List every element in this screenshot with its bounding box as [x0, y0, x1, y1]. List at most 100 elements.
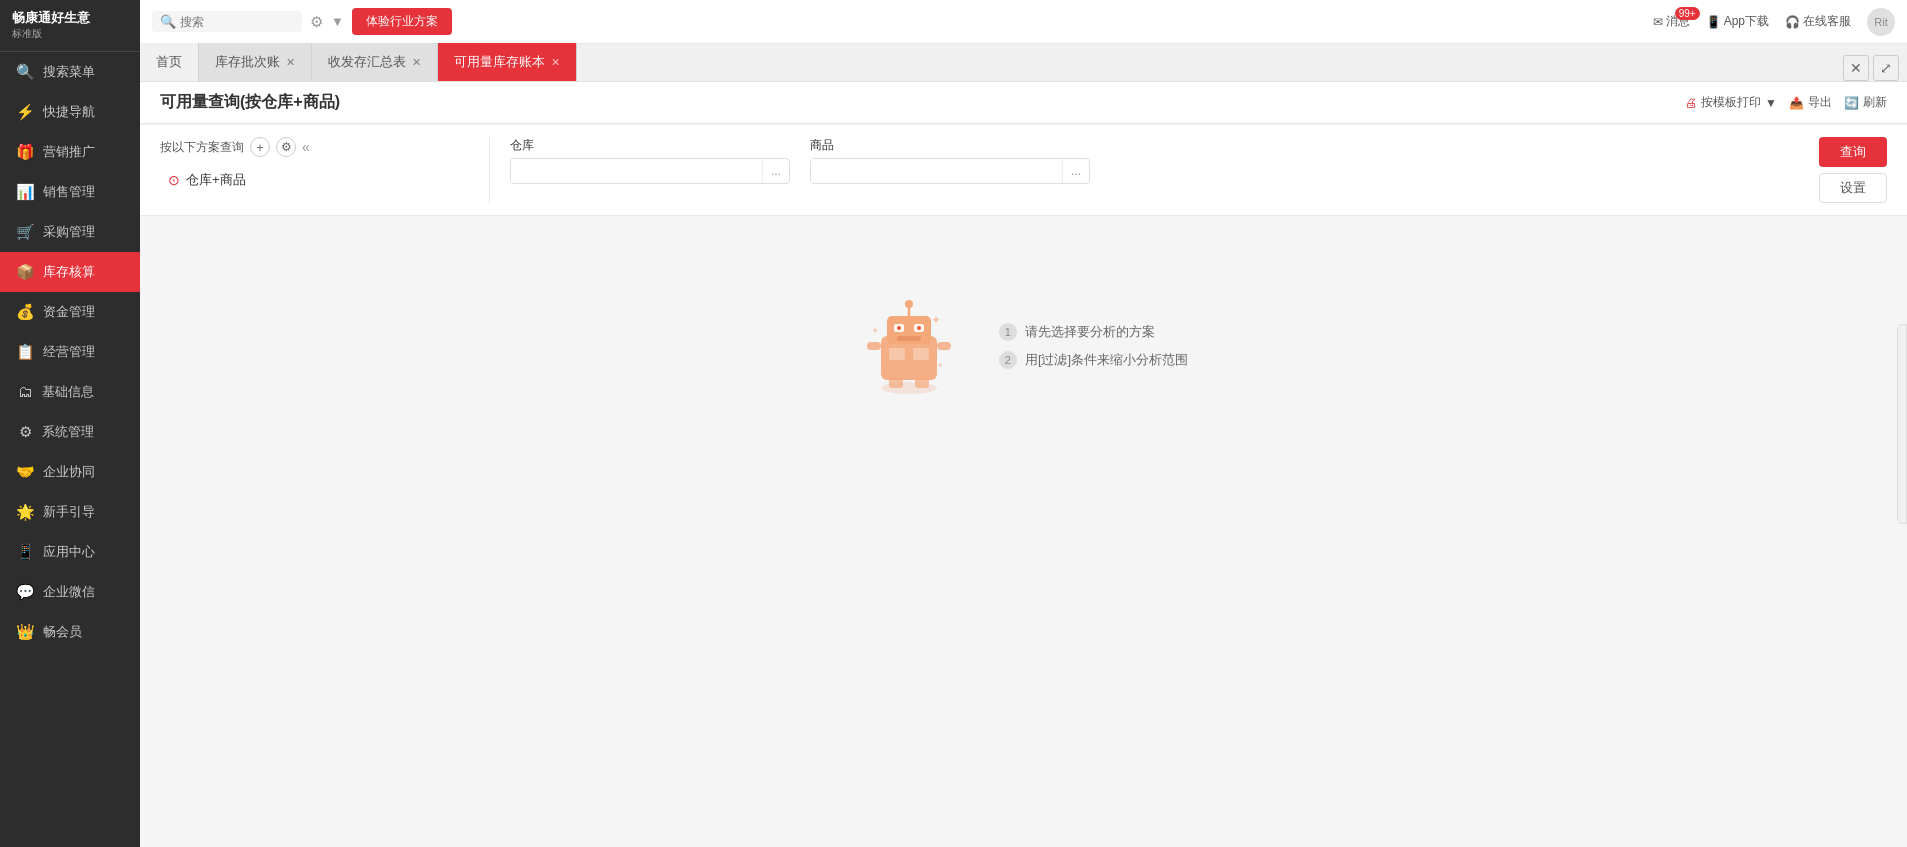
- scheme-item-warehouse-product[interactable]: ⊙ 仓库+商品: [160, 165, 477, 195]
- sidebar-item-wecom[interactable]: 💬企业微信: [0, 572, 140, 612]
- sidebar-item-apps[interactable]: 📱应用中心: [0, 532, 140, 572]
- query-button[interactable]: 查询: [1819, 137, 1887, 167]
- warehouse-filter-field: 仓库 ...: [510, 137, 790, 184]
- tab-batch[interactable]: 库存批次账 ✕: [199, 43, 312, 81]
- sidebar-item-inventory[interactable]: 📦库存核算: [0, 252, 140, 292]
- tip-num-2: 2: [999, 351, 1017, 369]
- svg-rect-12: [889, 378, 903, 388]
- export-icon: 📤: [1789, 96, 1804, 110]
- content-area: 可用量查询(按仓库+商品) 🖨 按模板打印 ▼ 📤 导出 🔄 刷新: [140, 82, 1907, 847]
- sidebar-item-basic[interactable]: 🗂基础信息: [0, 372, 140, 412]
- right-scrollbar[interactable]: [1897, 324, 1907, 524]
- scheme-icon: ⊙: [168, 172, 180, 188]
- tab-label-batch: 库存批次账: [215, 53, 280, 71]
- export-button[interactable]: 📤 导出: [1789, 94, 1832, 111]
- sidebar-icon-basic: 🗂: [16, 383, 34, 400]
- empty-state: ✦ ✦ ✦ 1 请先选择要分析的方案 2 用[过滤]条件来缩小分析范围: [140, 216, 1907, 476]
- topbar: 🔍 ⚙ ▼ 体验行业方案 ✉ 消息 99+ 📱 App下载 🎧 在线客服 Rit: [140, 0, 1907, 44]
- sidebar-item-shortcut[interactable]: ⚡快捷导航: [0, 92, 140, 132]
- sidebar-label-system: 系统管理: [42, 423, 94, 441]
- search-input[interactable]: [180, 15, 280, 29]
- filter-fields-panel: 仓库 ... 商品 ... 查询 设置: [490, 137, 1887, 203]
- filter-area: 按以下方案查询 + ⚙ « ⊙ 仓库+商品 仓库 ...: [140, 125, 1907, 216]
- scheme-settings-button[interactable]: ⚙: [276, 137, 296, 157]
- tab-close-batch[interactable]: ✕: [286, 56, 295, 69]
- sidebar-icon-apps: 📱: [16, 543, 35, 561]
- product-more-button[interactable]: ...: [1062, 159, 1089, 183]
- sidebar-scroll: 🔍搜索菜单⚡快捷导航🎁营销推广📊销售管理 🛒 采购管理 📦库存核算💰资金管理 📋 经营管理…: [0, 52, 140, 847]
- export-label: 导出: [1808, 94, 1832, 111]
- online-service-button[interactable]: 🎧 在线客服: [1785, 13, 1851, 30]
- refresh-button[interactable]: 🔄 刷新: [1844, 94, 1887, 111]
- message-button[interactable]: ✉ 消息 99+: [1653, 13, 1690, 30]
- svg-point-8: [905, 300, 913, 308]
- settings-button[interactable]: 设置: [1819, 173, 1887, 203]
- topbar-search-box[interactable]: 🔍: [152, 11, 302, 32]
- close-tab-button[interactable]: ✕: [1843, 55, 1869, 81]
- print-icon: 🖨: [1685, 96, 1697, 110]
- tab-available[interactable]: 可用量库存账本 ✕: [438, 43, 577, 81]
- sidebar-item-sales[interactable]: 📊销售管理: [0, 172, 140, 212]
- sidebar-item-newguide[interactable]: 🌟新手引导: [0, 492, 140, 532]
- tip-item-2: 2 用[过滤]条件来缩小分析范围: [999, 351, 1188, 369]
- logo-title: 畅康通好生意: [12, 10, 128, 27]
- maximize-tab-button[interactable]: ⤢: [1873, 55, 1899, 81]
- svg-rect-10: [867, 342, 881, 350]
- sidebar-item-search[interactable]: 🔍搜索菜单: [0, 52, 140, 92]
- sidebar-icon-newguide: 🌟: [16, 503, 35, 521]
- svg-rect-15: [913, 348, 929, 360]
- service-icon: 🎧: [1785, 15, 1800, 29]
- tabs-right-controls: ✕ ⤢: [1843, 55, 1907, 81]
- filter-scheme-panel: 按以下方案查询 + ⚙ « ⊙ 仓库+商品: [160, 137, 490, 203]
- page-actions: 🖨 按模板打印 ▼ 📤 导出 🔄 刷新: [1685, 94, 1887, 111]
- sidebar-item-operation[interactable]: 📋 经营管理: [0, 332, 140, 372]
- svg-rect-11: [937, 342, 951, 350]
- sidebar-item-finance[interactable]: 💰资金管理: [0, 292, 140, 332]
- page-header: 可用量查询(按仓库+商品) 🖨 按模板打印 ▼ 📤 导出 🔄 刷新: [140, 82, 1907, 124]
- tip-num-1: 1: [999, 323, 1017, 341]
- trial-button[interactable]: 体验行业方案: [352, 8, 452, 35]
- product-filter-field: 商品 ...: [810, 137, 1090, 184]
- search-icon: 🔍: [160, 14, 176, 29]
- sidebar-icon-operation: 📋: [16, 343, 35, 361]
- sidebar-item-system[interactable]: ⚙系统管理: [0, 412, 140, 452]
- warehouse-input[interactable]: [511, 159, 762, 183]
- sidebar-label-operation: 经营管理: [43, 343, 95, 361]
- message-icon: ✉: [1653, 15, 1663, 29]
- dropdown-icon: ▼: [331, 14, 344, 29]
- warehouse-more-button[interactable]: ...: [762, 159, 789, 183]
- sidebar-item-purchase[interactable]: 🛒 采购管理: [0, 212, 140, 252]
- sidebar-label-search: 搜索菜单: [43, 63, 95, 81]
- tab-label-summary: 收发存汇总表: [328, 53, 406, 71]
- tab-close-summary[interactable]: ✕: [412, 56, 421, 69]
- sidebar-item-collab[interactable]: 🤝企业协同: [0, 452, 140, 492]
- tab-home[interactable]: 首页: [140, 43, 199, 81]
- print-label: 按模板打印: [1701, 94, 1761, 111]
- svg-text:✦: ✦: [871, 325, 879, 336]
- tip-text-1: 请先选择要分析的方案: [1025, 323, 1155, 341]
- product-input[interactable]: [811, 159, 1062, 183]
- sidebar: 畅康通好生意 标准版 🔍搜索菜单⚡快捷导航🎁营销推广📊销售管理🛒采购管理📦库存核…: [0, 0, 140, 847]
- refresh-icon: 🔄: [1844, 96, 1859, 110]
- sidebar-item-marketing[interactable]: 🎁营销推广: [0, 132, 140, 172]
- app-label: App下载: [1724, 13, 1769, 30]
- tab-close-available[interactable]: ✕: [551, 56, 560, 69]
- svg-text:✦: ✦: [937, 361, 944, 370]
- tab-summary[interactable]: 收发存汇总表 ✕: [312, 43, 438, 81]
- sidebar-label-sales: 销售管理: [43, 183, 95, 201]
- svg-rect-9: [897, 336, 921, 341]
- sidebar-label-purchase: 采购管理: [43, 223, 95, 241]
- main-area: 🔍 ⚙ ▼ 体验行业方案 ✉ 消息 99+ 📱 App下载 🎧 在线客服 Rit: [140, 0, 1907, 847]
- svg-rect-14: [889, 348, 905, 360]
- add-scheme-button[interactable]: +: [250, 137, 270, 157]
- sidebar-icon-purchase: 🛒: [16, 223, 35, 241]
- sidebar-item-vip[interactable]: 👑畅会员: [0, 612, 140, 652]
- collapse-button[interactable]: «: [302, 139, 310, 155]
- tab-label-home: 首页: [156, 53, 182, 71]
- print-button[interactable]: 🖨 按模板打印 ▼: [1685, 94, 1777, 111]
- product-filter-label: 商品: [810, 137, 1090, 154]
- app-download-button[interactable]: 📱 App下载: [1706, 13, 1769, 30]
- avatar[interactable]: Rit: [1867, 8, 1895, 36]
- gear-icon[interactable]: ⚙: [310, 13, 323, 31]
- tab-label-available: 可用量库存账本: [454, 53, 545, 71]
